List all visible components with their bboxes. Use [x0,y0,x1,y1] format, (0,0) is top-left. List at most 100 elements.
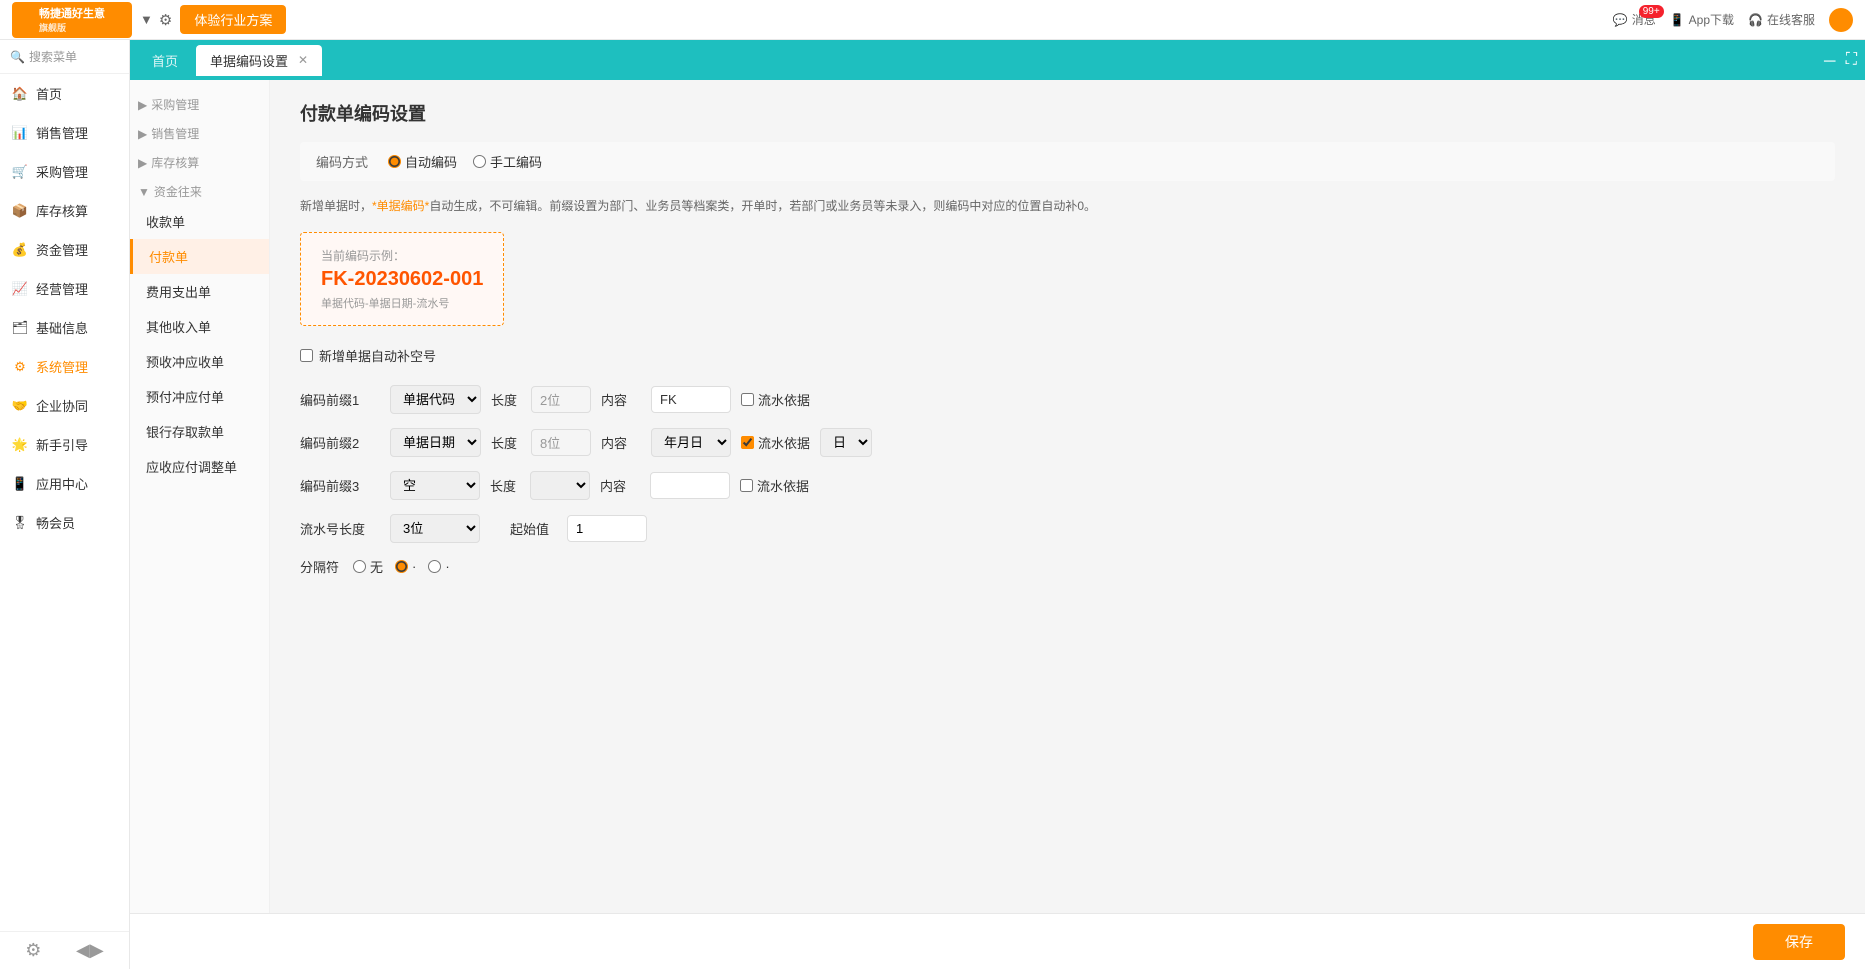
prefix-1-select[interactable]: 单据代码 [390,385,481,414]
serial-length-row: 流水号长度 3位 起始值 [300,514,1835,543]
sidebar-item-operation[interactable]: 📈 经营管理 [0,269,129,308]
separator-dot-radio[interactable] [395,560,408,573]
separator-dash-radio[interactable] [428,560,441,573]
prefix-1-label: 编码前缀1 [300,390,380,409]
sidebar-search[interactable]: 🔍 搜索菜单 [0,40,129,74]
prefix-3-select[interactable]: 空 [390,471,480,500]
inner-sidebar-group-inventory[interactable]: ▶ 库存核算 [130,146,269,175]
home-icon: 🏠 [12,86,28,102]
system-icon: ⚙ [12,359,28,375]
sidebar-item-system[interactable]: ⚙ 系统管理 [0,347,129,386]
sidebar-item-sales[interactable]: 📊 销售管理 [0,113,129,152]
code-preview-value: FK-20230602-001 [321,268,483,291]
sidebar-item-inventory[interactable]: 📦 库存核算 [0,191,129,230]
tab-home[interactable]: 首页 [138,45,192,76]
left-sidebar: 🔍 搜索菜单 🏠 首页 📊 销售管理 🛒 采购管理 📦 库存核算 💰 资金管理 … [0,40,130,969]
industry-btn[interactable]: 体验行业方案 [180,5,286,34]
stream-3-checkbox[interactable] [740,479,753,492]
length-3-select[interactable] [530,471,590,500]
stream-2-checkbox[interactable] [741,436,754,449]
save-button[interactable]: 保存 [1753,924,1845,960]
sidebar-item-finance[interactable]: 💰 资金管理 [0,230,129,269]
guide-icon: 🌟 [12,437,28,453]
content-3-input[interactable] [650,472,730,499]
app-download-btn[interactable]: 📱 App下载 [1670,11,1734,28]
separator-none-radio[interactable] [353,560,366,573]
inner-sidebar-item-qitashouru[interactable]: 其他收入单 [130,309,269,344]
settings-icon[interactable]: ⚙ [159,11,172,29]
purchase-icon: 🛒 [12,164,28,180]
sidebar-collapse-btn[interactable]: ◀▶ [76,940,104,961]
start-value-input[interactable] [567,515,647,542]
content-1-input[interactable] [651,386,731,413]
app-label: App下载 [1689,11,1734,28]
message-btn[interactable]: 💬 消息 99+ [1613,11,1656,28]
tab-bar-actions: － ⛶ [1822,48,1857,72]
stream-2-label: 流水依据 [758,433,810,452]
separator-dash-option[interactable]: · [428,559,449,574]
inner-sidebar-item-yinhang[interactable]: 银行存取款单 [130,414,269,449]
inner-sidebar-group-sales[interactable]: ▶ 销售管理 [130,117,269,146]
chevron-down-icon[interactable]: ▼ [140,12,153,27]
prefix-2-select[interactable]: 单据日期 [390,428,481,457]
inner-sidebar-group-purchase[interactable]: ▶ 采购管理 [130,88,269,117]
sidebar-settings-btn[interactable]: ⚙ [25,940,41,961]
auto-coding-radio[interactable] [388,155,401,168]
inner-sidebar-group-capital[interactable]: ▼ 资金往来 [130,175,269,204]
inventory-icon: 📦 [12,203,28,219]
manual-coding-option[interactable]: 手工编码 [473,152,542,171]
sidebar-item-label: 经营管理 [36,279,88,298]
stream-2-unit-select[interactable]: 日 [820,428,872,457]
inner-sidebar-item-yingshou[interactable]: 应收应付调整单 [130,449,269,484]
auto-fill-label: 新增单据自动补空号 [319,346,436,365]
sidebar-item-home[interactable]: 🏠 首页 [0,74,129,113]
prefix-2-label: 编码前缀2 [300,433,380,452]
inner-sidebar-item-feiyong[interactable]: 费用支出单 [130,274,269,309]
length-2-input[interactable] [531,429,591,456]
sidebar-item-app-center[interactable]: 📱 应用中心 [0,464,129,503]
separator-dot-option[interactable]: · [395,559,416,574]
content-2-select[interactable]: 年月日 [651,428,731,457]
sidebar-item-guide[interactable]: 🌟 新手引导 [0,425,129,464]
manual-coding-radio[interactable] [473,155,486,168]
stream-1-checkbox[interactable] [741,393,754,406]
sidebar-item-base[interactable]: 🗂 基础信息 [0,308,129,347]
separator-none-option[interactable]: 无 [353,557,383,576]
online-service-btn[interactable]: 🎧 在线客服 [1748,11,1815,28]
separator-none-label: 无 [370,557,383,576]
inner-sidebar-item-yufuying[interactable]: 预付冲应付单 [130,379,269,414]
tab-bar: 首页 单据编码设置 ✕ － ⛶ [130,40,1865,80]
sidebar-item-label: 基础信息 [36,318,88,337]
user-avatar[interactable] [1829,8,1853,32]
code-preview-format: 单据代码-单据日期-流水号 [321,295,483,311]
tab-serial-setting[interactable]: 单据编码设置 ✕ [196,45,322,76]
inner-sidebar: ▶ 采购管理 ▶ 销售管理 ▶ 库存核算 ▼ 资金往来 收款单 付款单 费用支出… [130,80,270,913]
length-1-label: 长度 [491,390,521,409]
auto-fill-checkbox[interactable] [300,349,313,362]
group-label: 资金往来 [154,183,202,200]
auto-coding-option[interactable]: 自动编码 [388,152,457,171]
top-nav: ▼ ⚙ [140,11,172,29]
main-panel: ▶ 采购管理 ▶ 销售管理 ▶ 库存核算 ▼ 资金往来 收款单 付款单 费用支出… [130,80,1865,913]
inner-sidebar-item-fukuan[interactable]: 付款单 [130,239,269,274]
sidebar-item-purchase[interactable]: 🛒 采购管理 [0,152,129,191]
serial-length-label: 流水号长度 [300,519,380,538]
inner-sidebar-item-yushouying[interactable]: 预收冲应收单 [130,344,269,379]
sidebar-bottom: ⚙ ◀▶ [0,931,129,969]
serial-length-select[interactable]: 3位 [390,514,480,543]
sidebar-item-member[interactable]: 🎖 畅会员 [0,503,129,542]
tab-minimize-icon[interactable]: － [1822,48,1838,72]
start-value-label: 起始值 [510,519,549,538]
stream-1-group: 流水依据 [741,390,810,409]
tab-maximize-icon[interactable]: ⛶ [1846,51,1857,69]
tab-close-btn[interactable]: ✕ [298,53,308,67]
sidebar-item-cooperation[interactable]: 🤝 企业协同 [0,386,129,425]
chevron-right-icon: ▶ [138,156,147,170]
top-bar-right: 💬 消息 99+ 📱 App下载 🎧 在线客服 [1613,8,1853,32]
operation-icon: 📈 [12,281,28,297]
inner-sidebar-item-shoukuan[interactable]: 收款单 [130,204,269,239]
page-title: 付款单编码设置 [300,100,1835,126]
length-1-input[interactable] [531,386,591,413]
brand-logo: 畅捷通好生意 旗舰版 [12,2,132,38]
separator-label: 分隔符 [300,557,339,576]
